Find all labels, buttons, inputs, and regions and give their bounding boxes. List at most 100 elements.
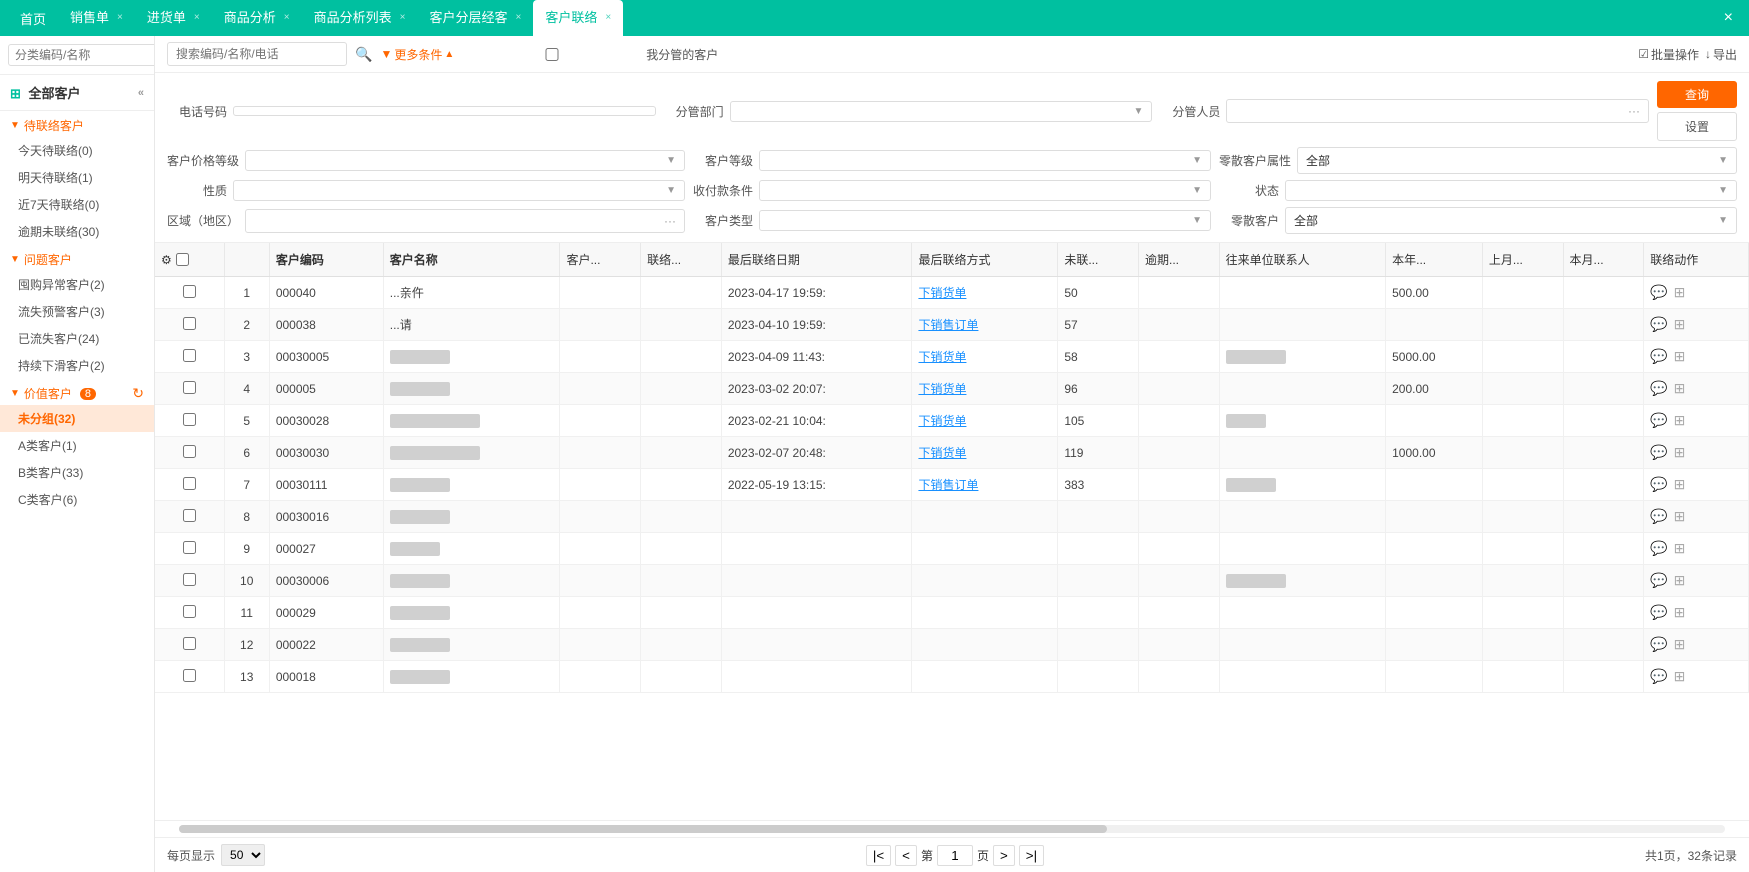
query-button[interactable]: 查询 bbox=[1657, 81, 1737, 108]
row-last-method[interactable]: 下销货单 bbox=[912, 373, 1058, 405]
grid-action-icon[interactable]: ⊞ bbox=[1674, 540, 1686, 557]
nav-tab-customer-contact[interactable]: 客户联络 × bbox=[533, 0, 623, 36]
grid-action-icon[interactable]: ⊞ bbox=[1674, 668, 1686, 685]
row-last-method[interactable]: 下销货单 bbox=[912, 437, 1058, 469]
group-problem[interactable]: ▼ 问题客户 bbox=[0, 245, 154, 271]
sidebar-item-today[interactable]: 今天待联络(0) bbox=[0, 137, 154, 164]
row-checkbox-cell[interactable] bbox=[155, 629, 224, 661]
row-last-method[interactable]: 下销售订单 bbox=[912, 469, 1058, 501]
row-checkbox-cell[interactable] bbox=[155, 661, 224, 693]
row-checkbox[interactable] bbox=[183, 573, 196, 586]
row-checkbox-cell[interactable] bbox=[155, 565, 224, 597]
close-tab-customer-contact[interactable]: × bbox=[605, 0, 611, 36]
chat-icon[interactable]: 💬 bbox=[1650, 636, 1667, 653]
settings-icon[interactable]: ⚙ bbox=[161, 253, 172, 267]
chat-icon[interactable]: 💬 bbox=[1650, 316, 1667, 333]
page-input[interactable] bbox=[937, 845, 973, 866]
nav-tab-analysis[interactable]: 商品分析 × bbox=[212, 0, 302, 36]
chat-icon[interactable]: 💬 bbox=[1650, 508, 1667, 525]
chat-icon[interactable]: 💬 bbox=[1650, 572, 1667, 589]
row-checkbox[interactable] bbox=[183, 541, 196, 554]
row-checkbox[interactable] bbox=[183, 445, 196, 458]
field-payment-select[interactable]: ▼ bbox=[759, 180, 1211, 201]
row-last-method[interactable]: 下销售订单 bbox=[912, 309, 1058, 341]
row-checkbox-cell[interactable] bbox=[155, 341, 224, 373]
row-checkbox[interactable] bbox=[183, 669, 196, 682]
nav-tab-sales[interactable]: 销售单 × bbox=[58, 0, 135, 36]
search-button[interactable]: 🔍 bbox=[355, 46, 372, 63]
chat-icon[interactable]: 💬 bbox=[1650, 604, 1667, 621]
row-checkbox-cell[interactable] bbox=[155, 469, 224, 501]
sidebar-item-ungrouped[interactable]: 未分组(32) bbox=[0, 405, 154, 432]
chat-icon[interactable]: 💬 bbox=[1650, 540, 1667, 557]
row-checkbox[interactable] bbox=[183, 317, 196, 330]
sidebar-item-c-class[interactable]: C类客户(6) bbox=[0, 486, 154, 513]
field-retail-attr-select[interactable]: 全部▼ bbox=[1297, 147, 1737, 174]
row-checkbox-cell[interactable] bbox=[155, 437, 224, 469]
row-checkbox[interactable] bbox=[183, 605, 196, 618]
nav-tab-purchase[interactable]: 进货单 × bbox=[135, 0, 212, 36]
row-checkbox-cell[interactable] bbox=[155, 597, 224, 629]
grid-action-icon[interactable]: ⊞ bbox=[1674, 508, 1686, 525]
field-manager-input[interactable]: ··· bbox=[1226, 99, 1649, 123]
my-customers-label[interactable]: 我分管的客户 bbox=[462, 46, 718, 63]
grid-action-icon[interactable]: ⊞ bbox=[1674, 604, 1686, 621]
row-checkbox-cell[interactable] bbox=[155, 309, 224, 341]
field-dept-select[interactable]: ▼ bbox=[730, 101, 1153, 122]
row-checkbox[interactable] bbox=[183, 477, 196, 490]
sidebar-item-overdue[interactable]: 逾期未联络(30) bbox=[0, 218, 154, 245]
chat-icon[interactable]: 💬 bbox=[1650, 476, 1667, 493]
next-page-btn[interactable]: > bbox=[993, 845, 1015, 866]
nav-tab-customer-seg[interactable]: 客户分层经客 × bbox=[417, 0, 533, 36]
field-price-level-select[interactable]: ▼ bbox=[245, 150, 685, 171]
sidebar-search-input[interactable] bbox=[8, 44, 155, 66]
last-page-btn[interactable]: >| bbox=[1019, 845, 1044, 866]
row-checkbox[interactable] bbox=[183, 637, 196, 650]
row-checkbox[interactable] bbox=[183, 349, 196, 362]
select-all-checkbox[interactable] bbox=[176, 253, 189, 266]
group-value[interactable]: ▼ 价值客户 8 ↻ bbox=[0, 379, 154, 405]
sidebar-item-tomorrow[interactable]: 明天待联络(1) bbox=[0, 164, 154, 191]
window-close-btn[interactable]: × bbox=[1716, 9, 1741, 27]
my-customers-checkbox[interactable] bbox=[462, 48, 642, 61]
sidebar-item-churned[interactable]: 已流失客户(24) bbox=[0, 325, 154, 352]
row-checkbox[interactable] bbox=[183, 285, 196, 298]
chat-icon[interactable]: 💬 bbox=[1650, 348, 1667, 365]
reset-button[interactable]: 设置 bbox=[1657, 112, 1737, 141]
first-page-btn[interactable]: |< bbox=[866, 845, 891, 866]
row-last-method[interactable]: 下销货单 bbox=[912, 277, 1058, 309]
row-checkbox-cell[interactable] bbox=[155, 373, 224, 405]
field-cust-type-select[interactable]: ▼ bbox=[759, 210, 1211, 231]
prev-page-btn[interactable]: < bbox=[895, 845, 917, 866]
batch-op-btn[interactable]: ☑ 批量操作 bbox=[1638, 46, 1699, 63]
field-nature-select[interactable]: ▼ bbox=[233, 180, 685, 201]
close-tab-customer-seg[interactable]: × bbox=[515, 0, 521, 36]
field-region-input[interactable]: ··· bbox=[245, 209, 685, 233]
chat-icon[interactable]: 💬 bbox=[1650, 284, 1667, 301]
row-last-method[interactable]: 下销货单 bbox=[912, 405, 1058, 437]
row-checkbox-cell[interactable] bbox=[155, 533, 224, 565]
group-pending[interactable]: ▼ 待联络客户 bbox=[0, 111, 154, 137]
sidebar-item-7days[interactable]: 近7天待联络(0) bbox=[0, 191, 154, 218]
sidebar-item-a-class[interactable]: A类客户(1) bbox=[0, 432, 154, 459]
col-settings[interactable]: ⚙ bbox=[155, 243, 224, 277]
search-input[interactable] bbox=[167, 42, 347, 66]
sidebar-all-customers[interactable]: ⊞ 全部客户 « bbox=[0, 75, 154, 111]
grid-action-icon[interactable]: ⊞ bbox=[1674, 476, 1686, 493]
close-tab-sales[interactable]: × bbox=[117, 0, 123, 36]
row-checkbox[interactable] bbox=[183, 381, 196, 394]
grid-action-icon[interactable]: ⊞ bbox=[1674, 412, 1686, 429]
row-checkbox-cell[interactable] bbox=[155, 277, 224, 309]
chat-icon[interactable]: 💬 bbox=[1650, 412, 1667, 429]
nav-tab-analysis-list[interactable]: 商品分析列表 × bbox=[302, 0, 418, 36]
grid-action-icon[interactable]: ⊞ bbox=[1674, 348, 1686, 365]
grid-action-icon[interactable]: ⊞ bbox=[1674, 284, 1686, 301]
h-scrollbar[interactable] bbox=[179, 825, 1725, 833]
grid-action-icon[interactable]: ⊞ bbox=[1674, 380, 1686, 397]
refresh-icon[interactable]: ↻ bbox=[132, 385, 144, 402]
nav-home[interactable]: 首页 bbox=[8, 9, 58, 28]
row-checkbox[interactable] bbox=[183, 509, 196, 522]
row-checkbox[interactable] bbox=[183, 413, 196, 426]
chat-icon[interactable]: 💬 bbox=[1650, 444, 1667, 461]
close-tab-analysis[interactable]: × bbox=[284, 0, 290, 36]
